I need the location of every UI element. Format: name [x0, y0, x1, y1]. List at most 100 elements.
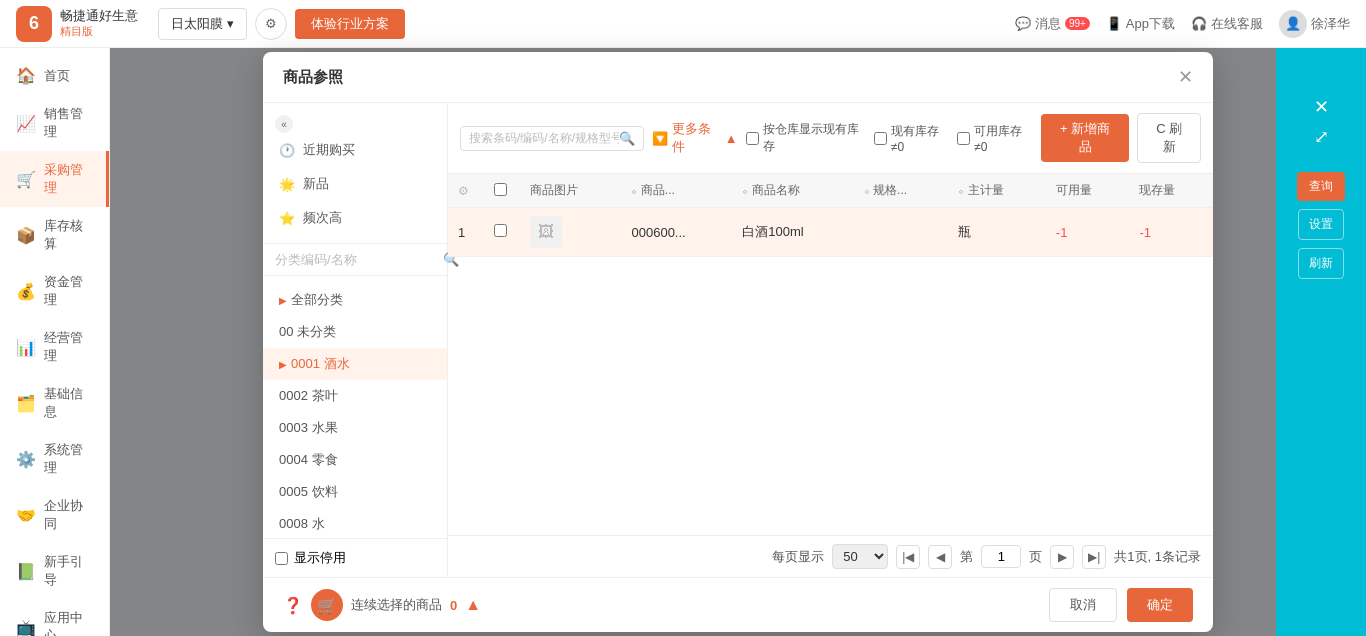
sidebar-item-system[interactable]: ⚙️ 系统管理 — [0, 431, 109, 487]
operation-icon: 📊 — [16, 338, 36, 357]
row-spec — [854, 208, 949, 257]
show-disabled-checkbox[interactable] — [275, 552, 288, 565]
category-fruit[interactable]: 0003 水果 — [263, 412, 447, 444]
enterprise-icon: 🤝 — [16, 506, 36, 525]
product-search-box: 🔍 — [460, 126, 644, 151]
last-page-btn[interactable]: ▶| — [1082, 545, 1106, 569]
sort-icon-spec: ⬦ — [864, 185, 870, 196]
th-spec[interactable]: ⬦ 规格... — [854, 174, 949, 208]
new-products-tab[interactable]: 🌟 新品 — [263, 167, 447, 201]
row-select-checkbox[interactable] — [494, 224, 507, 237]
logo-icon: 6 — [16, 6, 52, 42]
row-unit: 瓶 — [948, 208, 1046, 257]
sidebar-item-operation[interactable]: 📊 经营管理 — [0, 319, 109, 375]
sidebar-item-enterprise[interactable]: 🤝 企业协同 — [0, 487, 109, 543]
nonzero-stock-checkbox-group: 现有库存≠0 — [874, 123, 949, 154]
modal-footer-right: 取消 确定 — [1049, 588, 1193, 622]
add-product-btn[interactable]: + 新增商品 — [1041, 114, 1130, 162]
available-stock-checkbox[interactable] — [957, 132, 970, 145]
sort-icon: ⬦ — [631, 185, 637, 196]
recent-purchase-tab[interactable]: 🕐 近期购买 — [263, 133, 447, 167]
more-filters-btn[interactable]: 🔽 更多条件 ▲ — [652, 120, 738, 156]
system-icon: ⚙️ — [16, 450, 36, 469]
store-dropdown[interactable]: 日太阳膜 ▾ — [158, 8, 247, 40]
search-icon[interactable]: 🔍 — [619, 131, 635, 146]
settings-btn[interactable]: 设置 — [1298, 209, 1344, 240]
sidebar-item-apps[interactable]: 📺 应用中心 — [0, 599, 109, 636]
modal-overlay: 商品参照 ✕ « 🕐 近期购买 — [110, 48, 1366, 636]
page-size-select[interactable]: 50 100 200 — [832, 544, 888, 569]
select-all-checkbox[interactable] — [494, 183, 507, 196]
close-icon[interactable]: ✕ — [1178, 66, 1193, 88]
row-checkbox — [484, 208, 520, 257]
category-drinks[interactable]: 0005 饮料 — [263, 476, 447, 508]
high-frequency-tab[interactable]: ⭐ 频次高 — [263, 201, 447, 235]
row-code: 000600... — [621, 208, 732, 257]
category-snacks[interactable]: 0004 零食 — [263, 444, 447, 476]
prev-page-btn[interactable]: ◀ — [928, 545, 952, 569]
row-available: -1 — [1046, 208, 1130, 257]
page-summary: 共1页, 1条记录 — [1114, 548, 1201, 566]
teal-refresh-btn[interactable]: 刷新 — [1298, 248, 1344, 279]
top-nav: 6 畅捷通好生意 精目版 日太阳膜 ▾ ⚙ 体验行业方案 💬 消息 99+ 📱 … — [0, 0, 1366, 48]
trial-btn[interactable]: 体验行业方案 — [295, 9, 405, 39]
th-code[interactable]: ⬦ 商品... — [621, 174, 732, 208]
cart-icon-btn[interactable]: 🛒 — [311, 589, 343, 621]
sales-icon: 📈 — [16, 114, 36, 133]
messages-item[interactable]: 💬 消息 99+ — [1015, 15, 1090, 33]
th-settings: ⚙ — [448, 174, 484, 208]
modal-header: 商品参照 ✕ — [263, 52, 1213, 103]
sidebar-item-sales[interactable]: 📈 销售管理 — [0, 95, 109, 151]
category-list: ▶ 全部分类 00 未分类 ▶ 0001 酒水 0002 茶 — [263, 276, 447, 538]
category-water[interactable]: 0008 水 — [263, 508, 447, 538]
category-search-input[interactable] — [275, 252, 443, 267]
pagination: 每页显示 50 100 200 |◀ ◀ 第 页 ▶ — [448, 535, 1213, 577]
category-liquor[interactable]: ▶ 0001 酒水 — [263, 348, 447, 380]
available-stock-checkbox-group: 可用库存≠0 — [957, 123, 1032, 154]
product-reference-modal: 商品参照 ✕ « 🕐 近期购买 — [263, 52, 1213, 632]
category-tea[interactable]: 0002 茶叶 — [263, 380, 447, 412]
sidebar-item-purchase[interactable]: 🛒 采购管理 — [0, 151, 109, 207]
collapse-btn[interactable]: « — [275, 115, 293, 133]
product-search-input[interactable] — [469, 131, 619, 145]
expand-icon[interactable]: ▲ — [465, 596, 481, 614]
user-profile[interactable]: 👤 徐泽华 — [1279, 10, 1350, 38]
sidebar-item-finance[interactable]: 💰 资金管理 — [0, 263, 109, 319]
first-page-btn[interactable]: |◀ — [896, 545, 920, 569]
confirm-button[interactable]: 确定 — [1127, 588, 1193, 622]
cancel-button[interactable]: 取消 — [1049, 588, 1117, 622]
table-header-row: ⚙ 商品图片 — [448, 174, 1213, 208]
category-search-box: 🔍 — [263, 244, 447, 276]
logo-sub: 精目版 — [60, 24, 138, 39]
th-checkbox — [484, 174, 520, 208]
refresh-btn[interactable]: C 刷新 — [1137, 113, 1201, 163]
page-number-input[interactable] — [981, 545, 1021, 568]
online-service-item[interactable]: 🎧 在线客服 — [1191, 15, 1263, 33]
sidebar-item-guide[interactable]: 📗 新手引导 — [0, 543, 109, 599]
row-name: 白酒100ml — [732, 208, 854, 257]
category-uncategorized[interactable]: 00 未分类 — [263, 316, 447, 348]
settings-gear-icon[interactable]: ⚙ — [458, 184, 469, 198]
guide-icon: 📗 — [16, 562, 36, 581]
sidebar-item-inventory[interactable]: 📦 库存核算 — [0, 207, 109, 263]
help-icon[interactable]: ❓ — [283, 596, 303, 615]
close-teal-icon[interactable]: ✕ — [1314, 96, 1329, 118]
warehouse-stock-checkbox[interactable] — [746, 132, 759, 145]
table-row[interactable]: 1 🖼 000600... 白酒100ml — [448, 208, 1213, 257]
th-unit[interactable]: ⬦ 主计量 — [948, 174, 1046, 208]
expand-teal-icon[interactable]: ⤢ — [1314, 126, 1329, 148]
app-download-item[interactable]: 📱 App下载 — [1106, 15, 1175, 33]
sort-icon-name: ⬦ — [742, 185, 748, 196]
sidebar-item-basic-info[interactable]: 🗂️ 基础信息 — [0, 375, 109, 431]
next-page-btn[interactable]: ▶ — [1050, 545, 1074, 569]
category-all[interactable]: ▶ 全部分类 — [263, 284, 447, 316]
chevron-down-icon: ▾ — [227, 16, 234, 31]
product-thumbnail: 🖼 — [530, 216, 562, 248]
query-btn[interactable]: 查询 — [1297, 172, 1345, 201]
th-name[interactable]: ⬦ 商品名称 — [732, 174, 854, 208]
purchase-icon: 🛒 — [16, 170, 36, 189]
nonzero-stock-checkbox[interactable] — [874, 132, 887, 145]
settings-icon[interactable]: ⚙ — [255, 8, 287, 40]
basic-info-icon: 🗂️ — [16, 394, 36, 413]
sidebar-item-home[interactable]: 🏠 首页 — [0, 56, 109, 95]
